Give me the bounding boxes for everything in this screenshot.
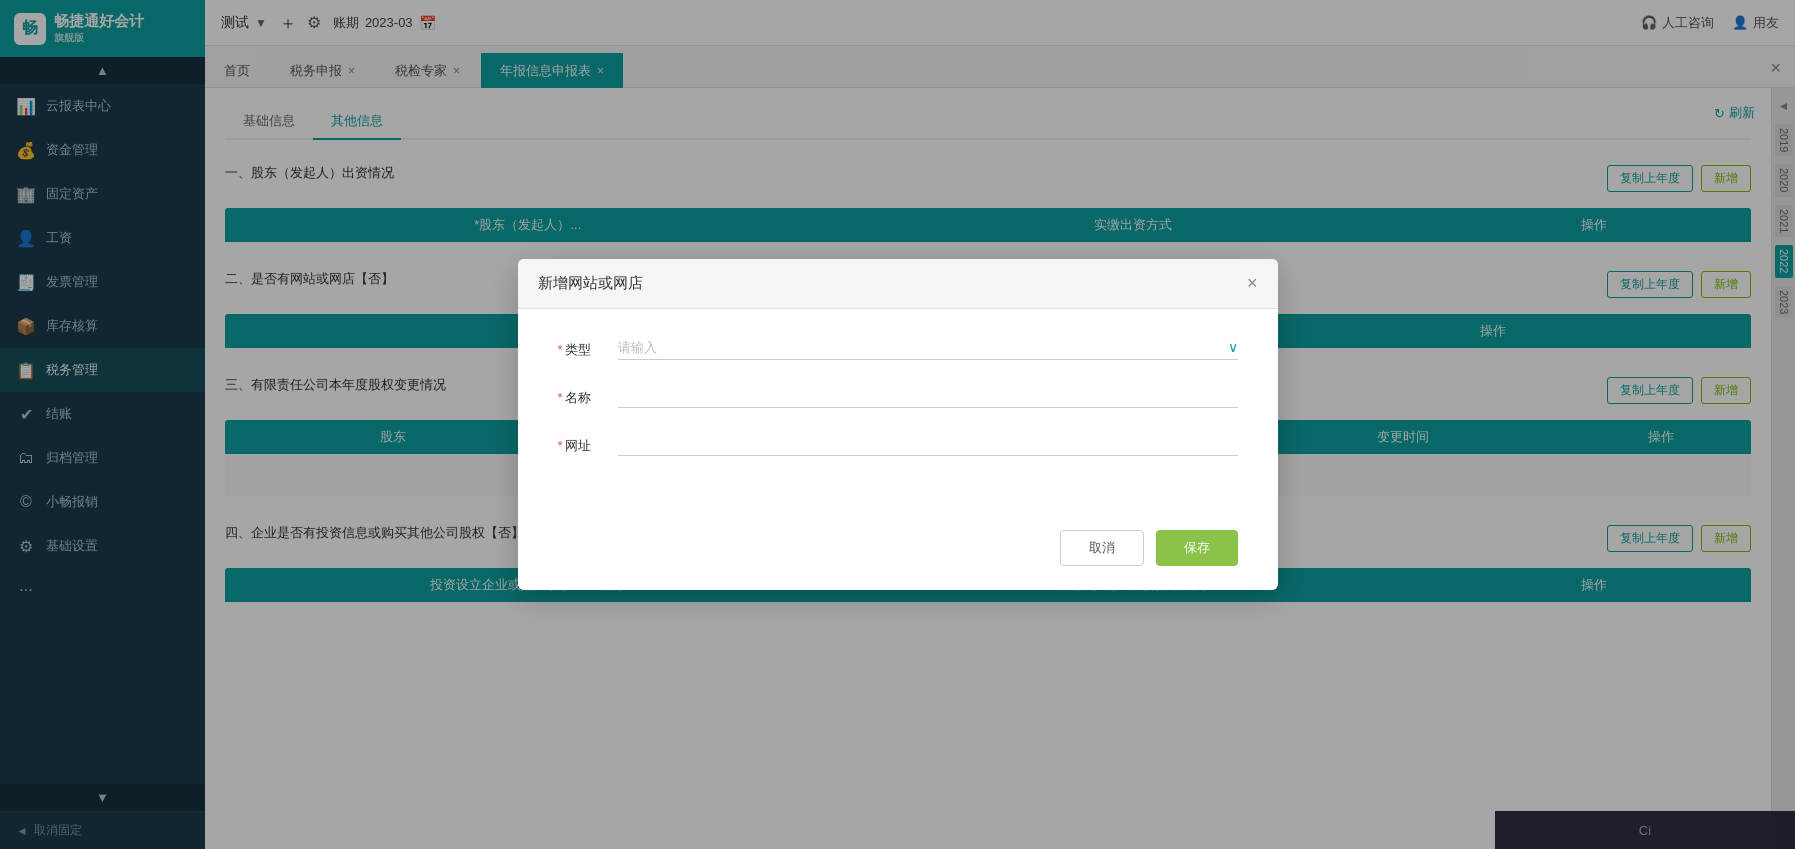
type-input[interactable] bbox=[618, 340, 1228, 355]
modal-header: 新增网站或网店 × bbox=[518, 259, 1278, 309]
modal-footer: 取消 保存 bbox=[518, 514, 1278, 590]
required-star-name: * bbox=[558, 390, 563, 405]
modal-body: *类型 ∨ *名称 *网址 bbox=[518, 309, 1278, 514]
modal-label-name: *名称 bbox=[558, 389, 618, 407]
save-button[interactable]: 保存 bbox=[1156, 530, 1238, 566]
cancel-button[interactable]: 取消 bbox=[1060, 530, 1144, 566]
modal-field-name: *名称 bbox=[558, 388, 1238, 408]
modal-url-input-wrap bbox=[618, 436, 1238, 456]
modal-field-url: *网址 bbox=[558, 436, 1238, 456]
add-website-modal: 新增网站或网店 × *类型 ∨ *名称 bbox=[518, 259, 1278, 590]
modal-field-type: *类型 ∨ bbox=[558, 339, 1238, 360]
modal-label-url: *网址 bbox=[558, 437, 618, 455]
type-dropdown-icon[interactable]: ∨ bbox=[1228, 339, 1238, 355]
modal-label-type: *类型 bbox=[558, 341, 618, 359]
modal-close-button[interactable]: × bbox=[1247, 273, 1258, 294]
modal-type-input-wrap: ∨ bbox=[618, 339, 1238, 360]
modal-title: 新增网站或网店 bbox=[538, 274, 643, 293]
url-input[interactable] bbox=[618, 436, 1238, 451]
required-star-url: * bbox=[558, 438, 563, 453]
name-input[interactable] bbox=[618, 388, 1238, 403]
modal-name-input-wrap bbox=[618, 388, 1238, 408]
required-star-type: * bbox=[558, 342, 563, 357]
modal-overlay: 新增网站或网店 × *类型 ∨ *名称 bbox=[0, 0, 1795, 849]
